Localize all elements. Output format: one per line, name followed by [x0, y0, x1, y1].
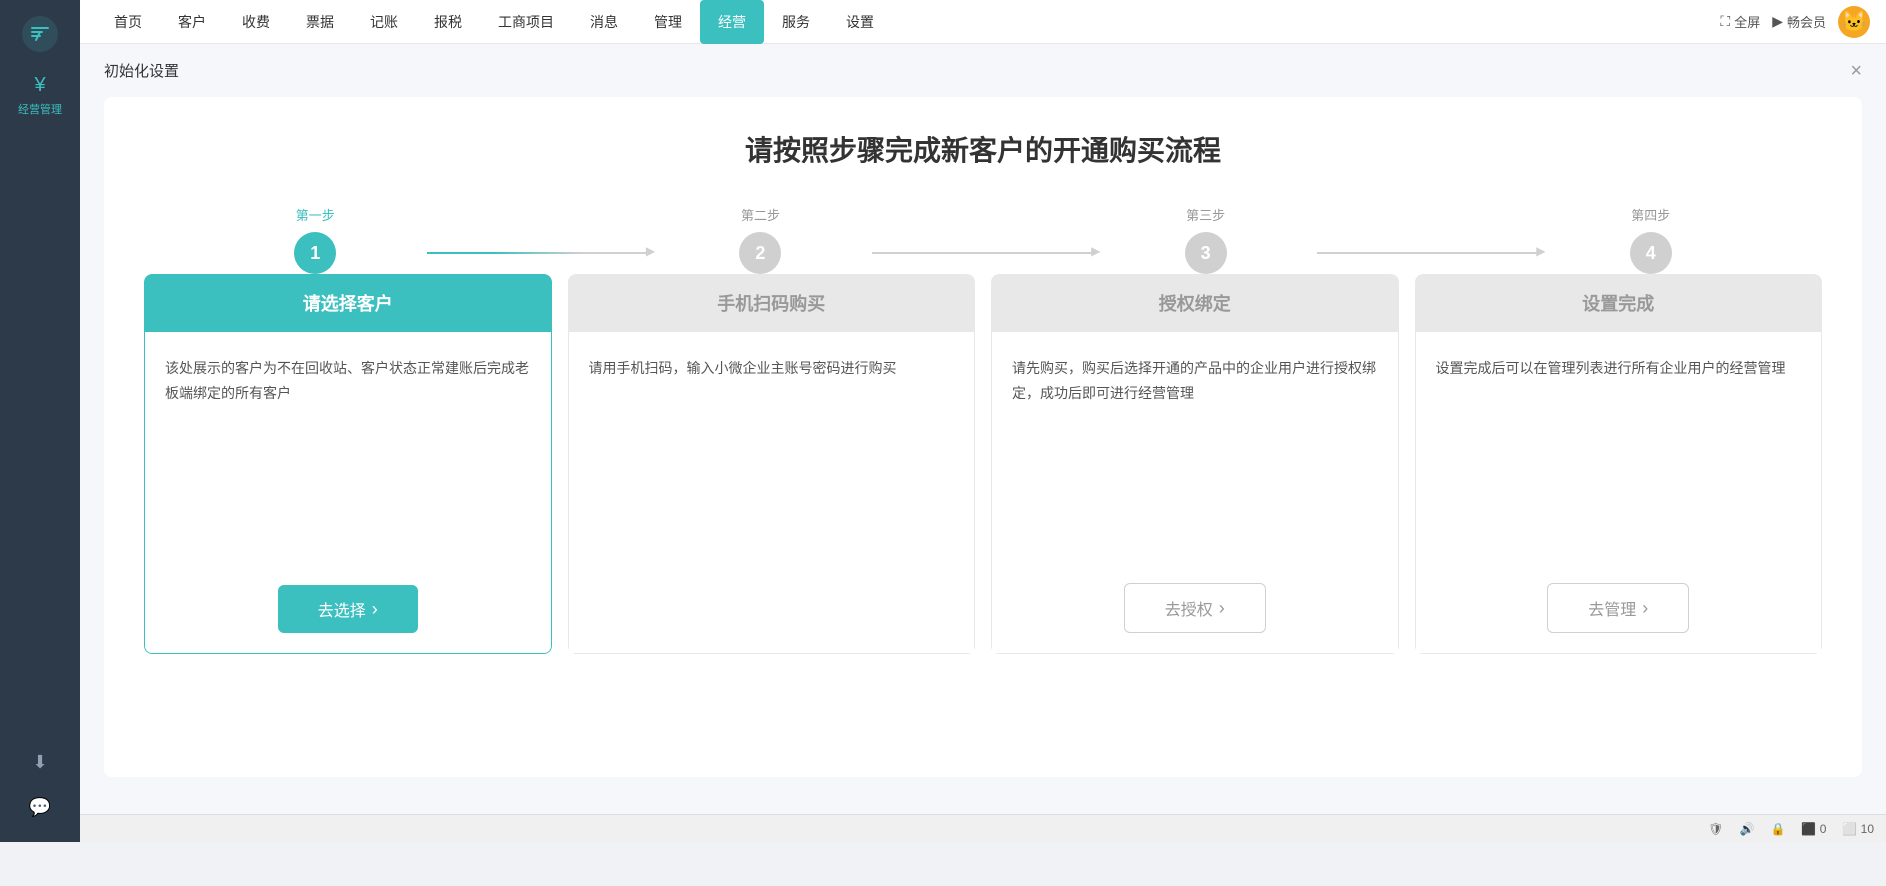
step-1-card-footer: 去选择 › [144, 565, 552, 654]
yen-icon: ¥ [34, 74, 45, 97]
member-button[interactable]: ▶ 畅会员 [1772, 12, 1826, 31]
nav-manage[interactable]: 管理 [636, 0, 700, 44]
step-card-2: 手机扫码购买 请用手机扫码，输入小微企业主账号密码进行购买 [568, 274, 976, 654]
sidebar-logo [18, 12, 62, 56]
lock-icon: 🔒 [1770, 822, 1785, 836]
step-4-card-body: 设置完成后可以在管理列表进行所有企业用户的经营管理 [1415, 332, 1823, 563]
fullscreen-icon: ⛶ [1720, 13, 1730, 30]
nav-fee[interactable]: 收费 [224, 0, 288, 44]
counter-0: ⬛ 0 [1801, 822, 1826, 836]
step-4-card-footer: 去管理 › [1415, 563, 1823, 654]
step-1-card-header: 请选择客户 [144, 274, 552, 332]
sidebar-bottom: ⬇ 💬 [0, 744, 80, 842]
connector-2-3: ▶ [872, 252, 1095, 274]
sidebar-download[interactable]: ⬇ [0, 744, 80, 781]
download-icon: ⬇ [32, 752, 47, 773]
nav-bill[interactable]: 票据 [288, 0, 352, 44]
step-cards: 请选择客户 该处展示的客户为不在回收站、客户状态正常建账后完成老板端绑定的所有客… [144, 274, 1822, 654]
video-icon: ▶ [1772, 13, 1783, 30]
step-2-label: 第二步 [741, 205, 780, 224]
step-card-1: 请选择客户 该处展示的客户为不在回收站、客户状态正常建账后完成老板端绑定的所有客… [144, 274, 552, 654]
volume-icon: 🔊 [1740, 822, 1755, 836]
nav-message[interactable]: 消息 [572, 0, 636, 44]
step-3-card-body: 请先购买，购买后选择开通的产品中的企业用户进行授权绑定，成功后即可进行经营管理 [991, 332, 1399, 563]
go-select-button[interactable]: 去选择 › [278, 585, 418, 633]
step-3-dot: 3 [1185, 232, 1227, 274]
content-card: 请按照步骤完成新客户的开通购买流程 第一步 1 ▶ 第二步 2 [104, 97, 1862, 777]
sidebar-support[interactable]: 💬 [0, 789, 80, 826]
nav-tax[interactable]: 报税 [416, 0, 480, 44]
step-3-card-footer: 去授权 › [991, 563, 1399, 654]
step-1-dot: 1 [294, 232, 336, 274]
connector-3-4: ▶ [1317, 252, 1540, 274]
page-title: 初始化设置 [104, 60, 179, 81]
nav-service[interactable]: 服务 [764, 0, 828, 44]
connector-1-2: ▶ [427, 252, 650, 274]
fullscreen-button[interactable]: ⛶ 全屏 [1720, 12, 1760, 31]
go-authorize-button[interactable]: 去授权 › [1124, 583, 1266, 633]
main-area: 初始化设置 × 请按照步骤完成新客户的开通购买流程 第一步 1 ▶ 第二步 [80, 44, 1886, 814]
chat-icon: 💬 [29, 797, 51, 818]
nav-operation[interactable]: 经营 [700, 0, 764, 44]
step-1-header: 第一步 1 [204, 205, 427, 274]
step-2-dot: 2 [739, 232, 781, 274]
nav-customer[interactable]: 客户 [160, 0, 224, 44]
sidebar-item-label: 经营管理 [18, 101, 62, 117]
steps-header: 第一步 1 ▶ 第二步 2 ▶ [144, 205, 1822, 274]
step-2-card-footer [568, 582, 976, 654]
step-2-card-header: 手机扫码购买 [568, 274, 976, 332]
step-3-card-header: 授权绑定 [991, 274, 1399, 332]
counter-10: ⬜ 10 [1842, 822, 1874, 836]
close-button[interactable]: × [1850, 61, 1862, 81]
top-nav: 首页 客户 收费 票据 记账 报税 工商项目 消息 管理 经营 服务 设置 ⛶ … [80, 0, 1886, 44]
sidebar-item-management[interactable]: ¥ 经营管理 [0, 64, 80, 127]
page-header: 初始化设置 × [104, 60, 1862, 81]
shield-status-icon: 🛡 [1708, 822, 1723, 836]
sidebar: ¥ 经营管理 ⬇ 💬 [0, 0, 80, 842]
status-bar: ▶ 完成 🛡 🔊 🔒 ⬛ 0 ⬜ 10 [0, 814, 1886, 842]
arrow-3-4: ▶ [1536, 244, 1545, 258]
arrow-2-3: ▶ [1091, 244, 1100, 258]
step-card-3: 授权绑定 请先购买，购买后选择开通的产品中的企业用户进行授权绑定，成功后即可进行… [991, 274, 1399, 654]
step-4-label: 第四步 [1631, 205, 1670, 224]
avatar[interactable]: 🐱 [1838, 6, 1870, 38]
main-title: 请按照步骤完成新客户的开通购买流程 [144, 129, 1822, 169]
step-3-header: 第三步 3 [1094, 205, 1317, 274]
step-1-card-body: 该处展示的客户为不在回收站、客户状态正常建账后完成老板端绑定的所有客户 [144, 332, 552, 565]
go-manage-icon: › [1642, 598, 1648, 619]
arrow-1-2: ▶ [646, 244, 655, 258]
nav-right: ⛶ 全屏 ▶ 畅会员 🐱 [1720, 6, 1870, 38]
nav-home[interactable]: 首页 [96, 0, 160, 44]
step-4-dot: 4 [1630, 232, 1672, 274]
step-2-header: 第二步 2 [649, 205, 872, 274]
nav-items: 首页 客户 收费 票据 记账 报税 工商项目 消息 管理 经营 服务 设置 [96, 0, 1720, 44]
step-card-4: 设置完成 设置完成后可以在管理列表进行所有企业用户的经营管理 去管理 › [1415, 274, 1823, 654]
step-2-card-body: 请用手机扫码，输入小微企业主账号密码进行购买 [568, 332, 976, 582]
step-4-card-header: 设置完成 [1415, 274, 1823, 332]
nav-settings[interactable]: 设置 [828, 0, 892, 44]
step-4-header: 第四步 4 [1539, 205, 1762, 274]
status-bar-right: 🛡 🔊 🔒 ⬛ 0 ⬜ 10 [1708, 822, 1874, 836]
step-3-label: 第三步 [1186, 205, 1225, 224]
step-1-label: 第一步 [296, 205, 335, 224]
go-select-icon: › [372, 599, 378, 620]
go-authorize-icon: › [1219, 598, 1225, 619]
nav-business[interactable]: 工商项目 [480, 0, 572, 44]
go-manage-button[interactable]: 去管理 › [1547, 583, 1689, 633]
nav-bookkeeping[interactable]: 记账 [352, 0, 416, 44]
